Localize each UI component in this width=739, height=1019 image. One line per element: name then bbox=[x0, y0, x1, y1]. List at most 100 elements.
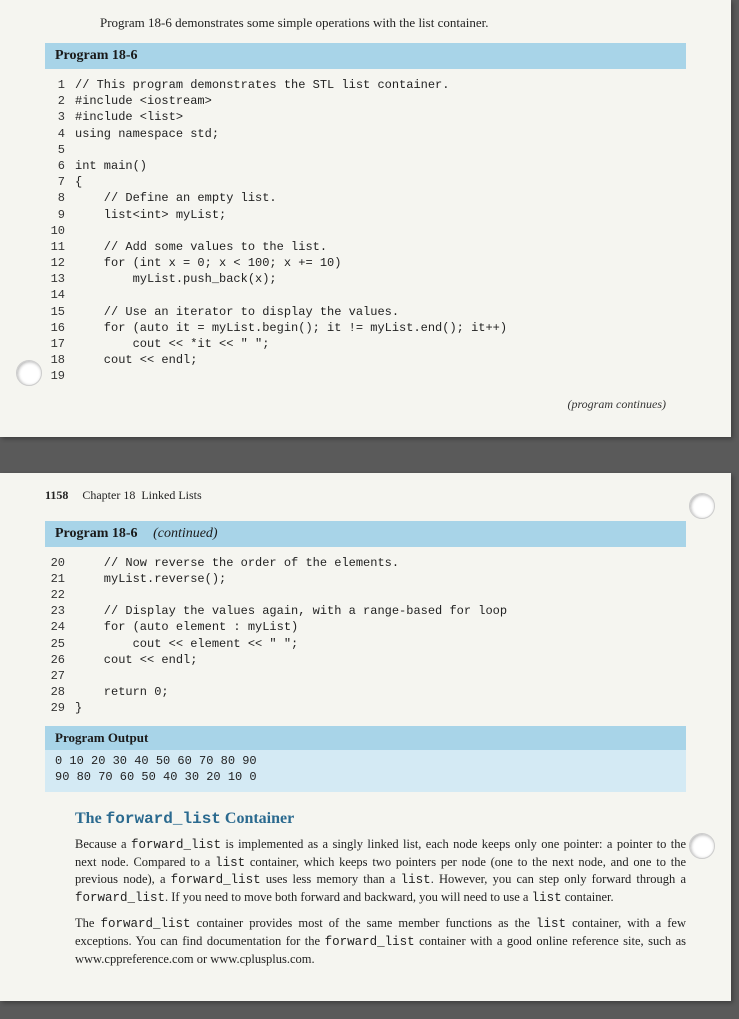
line-number: 12 bbox=[47, 255, 75, 271]
code-line: 20 // Now reverse the order of the eleme… bbox=[47, 555, 686, 571]
output-line: 0 10 20 30 40 50 60 70 80 90 bbox=[55, 754, 676, 770]
line-number: 27 bbox=[47, 668, 75, 684]
line-number: 19 bbox=[47, 368, 75, 384]
page-bottom: 1158 Chapter 18 Linked Lists Program 18-… bbox=[0, 473, 731, 1001]
line-text: // Use an iterator to display the values… bbox=[75, 304, 399, 320]
code-line: 11 // Add some values to the list. bbox=[47, 239, 686, 255]
line-text: for (int x = 0; x < 100; x += 10) bbox=[75, 255, 341, 271]
output-body: 0 10 20 30 40 50 60 70 80 9090 80 70 60 … bbox=[45, 750, 686, 791]
body-paragraph-1: Because a forward_list is implemented as… bbox=[45, 836, 686, 908]
code-line: 14 bbox=[47, 287, 686, 303]
line-number: 18 bbox=[47, 352, 75, 368]
line-text: #include <iostream> bbox=[75, 93, 212, 109]
code-line: 5 bbox=[47, 142, 686, 158]
line-number: 16 bbox=[47, 320, 75, 336]
line-text: for (auto it = myList.begin(); it != myL… bbox=[75, 320, 507, 336]
program-header: Program 18-6 bbox=[45, 43, 686, 69]
line-number: 15 bbox=[47, 304, 75, 320]
line-number: 10 bbox=[47, 223, 75, 239]
line-text: // Add some values to the list. bbox=[75, 239, 327, 255]
line-text: // Define an empty list. bbox=[75, 190, 277, 206]
chapter-title: Linked Lists bbox=[141, 488, 201, 503]
code-line: 15 // Use an iterator to display the val… bbox=[47, 304, 686, 320]
code-line: 17 cout << *it << " "; bbox=[47, 336, 686, 352]
continued-label: (continued) bbox=[153, 526, 218, 541]
line-text: { bbox=[75, 174, 82, 190]
line-number: 26 bbox=[47, 652, 75, 668]
code-line: 7{ bbox=[47, 174, 686, 190]
line-number: 3 bbox=[47, 109, 75, 125]
page-gap bbox=[0, 455, 739, 473]
line-number: 6 bbox=[47, 158, 75, 174]
line-number: 20 bbox=[47, 555, 75, 571]
line-number: 28 bbox=[47, 684, 75, 700]
output-header: Program Output bbox=[45, 726, 686, 750]
code-line: 9 list<int> myList; bbox=[47, 207, 686, 223]
line-text: cout << endl; bbox=[75, 352, 197, 368]
code-line: 6int main() bbox=[47, 158, 686, 174]
line-text: myList.reverse(); bbox=[75, 571, 226, 587]
section-heading: The forward_list Container bbox=[45, 810, 686, 828]
code-listing-2: 20 // Now reverse the order of the eleme… bbox=[45, 555, 686, 717]
body-paragraph-2: The forward_list container provides most… bbox=[45, 915, 686, 968]
line-text: // Display the values again, with a rang… bbox=[75, 603, 507, 619]
line-text: #include <list> bbox=[75, 109, 183, 125]
code-line: 8 // Define an empty list. bbox=[47, 190, 686, 206]
code-line: 28 return 0; bbox=[47, 684, 686, 700]
code-line: 26 cout << endl; bbox=[47, 652, 686, 668]
code-line: 25 cout << element << " "; bbox=[47, 636, 686, 652]
program-title: Program 18-6 bbox=[55, 48, 138, 63]
line-number: 4 bbox=[47, 126, 75, 142]
chapter-label: Chapter 18 bbox=[82, 488, 135, 503]
line-number: 11 bbox=[47, 239, 75, 255]
running-header: 1158 Chapter 18 Linked Lists bbox=[45, 488, 686, 503]
line-number: 25 bbox=[47, 636, 75, 652]
code-line: 29} bbox=[47, 700, 686, 716]
line-number: 21 bbox=[47, 571, 75, 587]
line-number: 29 bbox=[47, 700, 75, 716]
code-line: 10 bbox=[47, 223, 686, 239]
code-line: 16 for (auto it = myList.begin(); it != … bbox=[47, 320, 686, 336]
line-text: // This program demonstrates the STL lis… bbox=[75, 77, 449, 93]
line-text: for (auto element : myList) bbox=[75, 619, 298, 635]
program-header-continued: Program 18-6 (continued) bbox=[45, 521, 686, 547]
code-line: 22 bbox=[47, 587, 686, 603]
code-line: 24 for (auto element : myList) bbox=[47, 619, 686, 635]
line-text: cout << *it << " "; bbox=[75, 336, 269, 352]
line-text: myList.push_back(x); bbox=[75, 271, 277, 287]
code-line: 13 myList.push_back(x); bbox=[47, 271, 686, 287]
line-text: using namespace std; bbox=[75, 126, 219, 142]
line-number: 7 bbox=[47, 174, 75, 190]
line-text: return 0; bbox=[75, 684, 169, 700]
intro-paragraph: Program 18-6 demonstrates some simple op… bbox=[45, 15, 686, 31]
line-number: 23 bbox=[47, 603, 75, 619]
line-text: // Now reverse the order of the elements… bbox=[75, 555, 399, 571]
line-number: 8 bbox=[47, 190, 75, 206]
line-number: 22 bbox=[47, 587, 75, 603]
code-line: 21 myList.reverse(); bbox=[47, 571, 686, 587]
line-number: 13 bbox=[47, 271, 75, 287]
code-line: 18 cout << endl; bbox=[47, 352, 686, 368]
line-number: 2 bbox=[47, 93, 75, 109]
line-number: 5 bbox=[47, 142, 75, 158]
line-text: cout << endl; bbox=[75, 652, 197, 668]
code-line: 3#include <list> bbox=[47, 109, 686, 125]
line-text: list<int> myList; bbox=[75, 207, 226, 223]
code-line: 27 bbox=[47, 668, 686, 684]
line-number: 24 bbox=[47, 619, 75, 635]
code-line: 2#include <iostream> bbox=[47, 93, 686, 109]
line-number: 1 bbox=[47, 77, 75, 93]
line-number: 14 bbox=[47, 287, 75, 303]
code-line: 12 for (int x = 0; x < 100; x += 10) bbox=[47, 255, 686, 271]
output-line: 90 80 70 60 50 40 30 20 10 0 bbox=[55, 770, 676, 786]
code-line: 23 // Display the values again, with a r… bbox=[47, 603, 686, 619]
line-number: 17 bbox=[47, 336, 75, 352]
line-text: int main() bbox=[75, 158, 147, 174]
binder-hole-icon bbox=[689, 493, 715, 519]
code-line: 1// This program demonstrates the STL li… bbox=[47, 77, 686, 93]
line-text: } bbox=[75, 700, 82, 716]
code-line: 4using namespace std; bbox=[47, 126, 686, 142]
binder-hole-icon bbox=[689, 833, 715, 859]
page-number: 1158 bbox=[45, 488, 68, 503]
program-title: Program 18-6 bbox=[55, 526, 138, 541]
